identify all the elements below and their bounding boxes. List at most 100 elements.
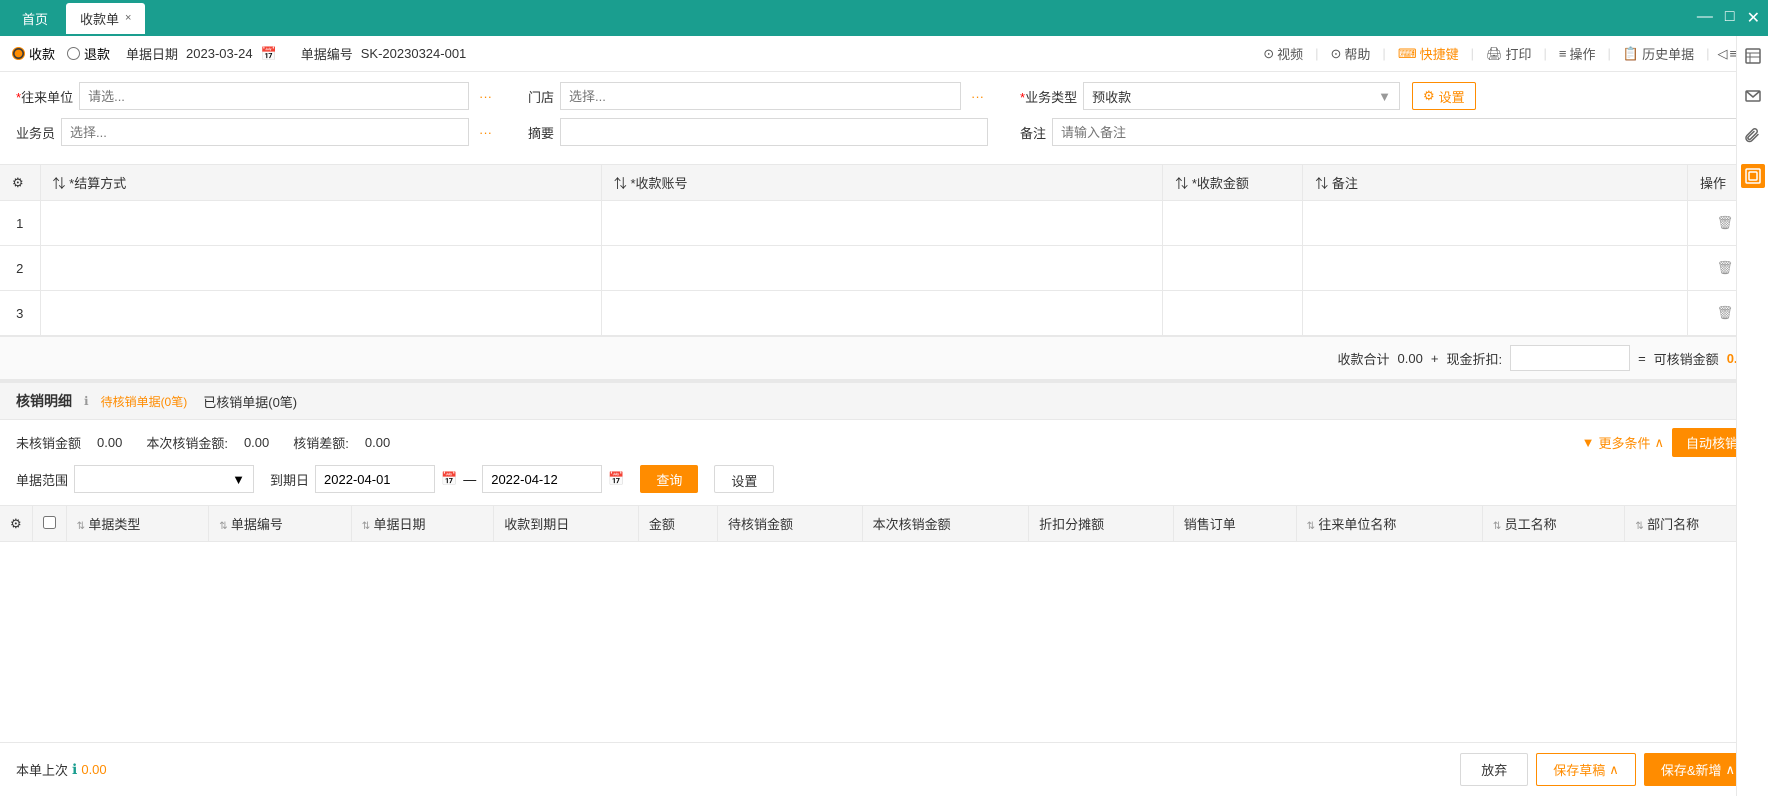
shortcut-action[interactable]: ⌨ 快捷键 [1394,44,1463,63]
row-2-account[interactable] [601,246,1162,291]
delete-row-3-icon[interactable]: 🗑 [1717,305,1734,320]
sidebar-email-icon[interactable] [1741,84,1765,108]
writeoff-info-icon[interactable]: ℹ [84,394,89,408]
more-filter-btn[interactable]: ▼ 更多条件 ∧ [1582,433,1664,452]
sidebar-attachment-icon[interactable] [1741,124,1765,148]
bt-select-all-checkbox[interactable] [43,516,56,529]
discount-input[interactable] [1510,345,1630,371]
bt-discount-header: 折扣分摊额 [1029,506,1174,542]
bottom-buttons: 放弃 保存草稿 ∧ 保存&新增 ∧ [1460,753,1752,786]
sort-type-icon[interactable]: ⇅ [77,521,85,532]
radio-receipt[interactable]: 收款 [12,44,55,63]
calendar-from-icon[interactable]: 📅 [441,471,457,487]
due-date-to-input[interactable] [482,465,602,493]
window-close-icon[interactable]: ✕ [1747,8,1760,28]
row-num-3: 3 [0,291,40,336]
remark-input[interactable] [1052,118,1752,146]
help-action[interactable]: ⊙ 帮助 [1327,44,1375,63]
bottom-info: 本单上次 ℹ 0.00 [16,760,107,779]
sidebar-table-icon[interactable] [1741,44,1765,68]
print-action[interactable]: 🖨 打印 [1482,44,1536,63]
save-draft-arrow-icon[interactable]: ∧ [1609,762,1619,778]
col-settlement-header: ⇅ *结算方式 [40,165,601,201]
bt-amount-header: 金额 [638,506,717,542]
pending-tab[interactable]: 待核销单据(0笔) [101,393,188,410]
row-2-amount[interactable] [1163,246,1303,291]
range-select[interactable]: ▼ [74,465,254,493]
bottom-bar: 本单上次 ℹ 0.00 放弃 保存草稿 ∧ 保存&新增 ∧ [0,742,1768,796]
table-gear-icon[interactable]: ⚙ [12,175,24,190]
row-3-amount[interactable] [1163,291,1303,336]
row-3-settlement[interactable] [40,291,601,336]
sort-account-icon[interactable]: ⇅ [614,176,627,191]
biz-type-field: *业务类型 预收款 ▼ [1020,82,1400,110]
sidebar-screenshot-icon[interactable] [1741,164,1765,188]
sort-counterparty-icon[interactable]: ⇅ [1307,521,1315,532]
row-2-remark[interactable] [1303,246,1688,291]
col-gear-header: ⚙ [0,165,40,201]
row-1-account[interactable] [601,201,1162,246]
sort-staff-icon[interactable]: ⇅ [1493,521,1501,532]
shop-input[interactable] [560,82,961,110]
filter-icon: ▼ [1582,435,1595,450]
help-icon: ⊙ [1331,46,1342,62]
biz-type-select[interactable]: 预收款 ▼ [1083,82,1400,110]
row-1-amount[interactable] [1163,201,1303,246]
nav-tab-receipt[interactable]: 收款单 × [66,3,145,34]
main-container: 收款 退款 单据日期 2023-03-24 📅 单据编号 SK-20230324… [0,36,1768,796]
window-max-icon[interactable]: □ [1725,8,1735,28]
summary-input[interactable] [560,118,988,146]
counterparty-field: *往来单位 ··· [16,82,496,110]
row-1-settlement[interactable] [40,201,601,246]
staff-field: 业务员 ··· [16,118,496,146]
toolbar-actions: ⊙ 视频 | ⊙ 帮助 | ⌨ 快捷键 | 🖨 打印 | [1259,44,1756,63]
info-icon[interactable]: ℹ [72,761,77,778]
sort-date-icon[interactable]: ⇅ [362,521,370,532]
calendar-icon[interactable]: 📅 [261,46,277,62]
close-tab-icon[interactable]: × [125,12,131,24]
radio-refund[interactable]: 退款 [67,44,110,63]
history-action[interactable]: 📋 历史单据 [1619,44,1698,63]
counterparty-input[interactable] [79,82,469,110]
bt-gear-icon[interactable]: ⚙ [10,516,22,531]
gear-settings-icon: ⚙ [1423,88,1435,104]
summary-field: 摘要 [528,118,988,146]
sort-amount-icon[interactable]: ⇅ [1175,176,1188,191]
writeoff-section-header: 核销明细 ℹ 待核销单据(0笔) 已核销单据(0笔) [0,382,1768,420]
delete-row-1-icon[interactable]: 🗑 [1717,215,1734,230]
abandon-button[interactable]: 放弃 [1460,753,1528,786]
form-row-1: *往来单位 ··· 门店 ··· *业务类型 预收款 ▼ [16,82,1752,110]
top-nav: 首页 收款单 × — □ ✕ [0,0,1768,36]
bt-current-header: 本次核销金额 [862,506,1029,542]
sort-dept-icon[interactable]: ⇅ [1635,521,1643,532]
bt-counterparty-header: ⇅ 往来单位名称 [1296,506,1482,542]
sort-remark-icon[interactable]: ⇅ [1315,176,1328,191]
operation-action[interactable]: ≡ 操作 [1555,44,1600,63]
staff-input[interactable] [61,118,469,146]
save-draft-button[interactable]: 保存草稿 ∧ [1536,753,1636,786]
bt-sales-header: 销售订单 [1173,506,1296,542]
filter-settings-button[interactable]: 设置 [714,465,774,493]
shop-more-icon[interactable]: ··· [967,89,988,104]
settings-button[interactable]: ⚙ 设置 [1412,82,1476,110]
row-3-remark[interactable] [1303,291,1688,336]
row-3-account[interactable] [601,291,1162,336]
sort-number-icon[interactable]: ⇅ [219,521,227,532]
counterparty-more-icon[interactable]: ··· [475,89,496,104]
calendar-to-icon[interactable]: 📅 [608,471,624,487]
nav-tab-home[interactable]: 首页 [8,3,62,34]
sort-settlement-icon[interactable]: ⇅ [53,176,66,191]
staff-more-icon[interactable]: ··· [475,125,496,140]
row-2-settlement[interactable] [40,246,601,291]
bt-pending-header: 待核销金额 [717,506,862,542]
table-row: 3 🗑 ⧉ [0,291,1768,336]
delete-row-2-icon[interactable]: 🗑 [1717,260,1734,275]
video-action[interactable]: ⊙ 视频 [1259,44,1307,63]
window-controls: — □ ✕ [1697,8,1760,28]
due-date-from-input[interactable] [315,465,435,493]
window-min-icon[interactable]: — [1697,8,1713,28]
prev-layout-icon[interactable]: ◁ [1718,46,1728,62]
save-new-arrow-icon[interactable]: ∧ [1725,762,1735,778]
query-button[interactable]: 查询 [640,465,698,493]
row-1-remark[interactable] [1303,201,1688,246]
